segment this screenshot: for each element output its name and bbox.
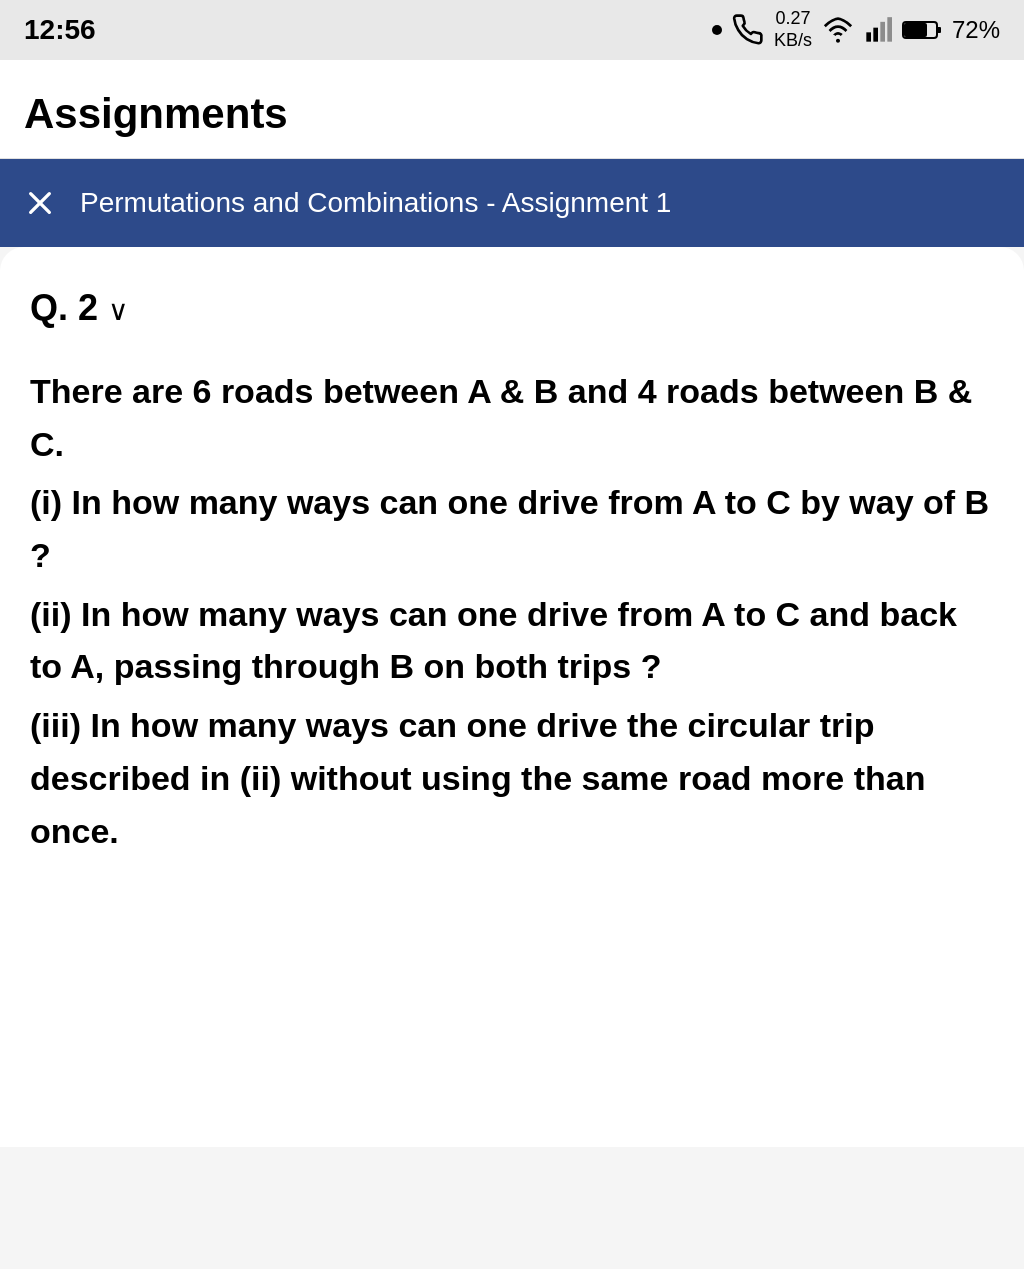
chevron-down-icon: ∨ <box>108 294 129 327</box>
question-card: Q. 2 ∨ There are 6 roads between A & B a… <box>0 247 1024 1147</box>
svg-rect-6 <box>904 23 927 37</box>
notification-dot <box>712 25 722 35</box>
speed-text: 0.27 KB/s <box>774 8 812 51</box>
assignment-title: Permutations and Combinations - Assignme… <box>80 187 1000 219</box>
question-part-i: (i) In how many ways can one drive from … <box>30 476 994 581</box>
svg-rect-5 <box>937 27 941 33</box>
call-icon <box>732 14 764 46</box>
question-body: There are 6 roads between A & B and 4 ro… <box>30 365 994 857</box>
page-header: Assignments <box>0 60 1024 159</box>
question-intro: There are 6 roads between A & B and 4 ro… <box>30 365 994 470</box>
question-number: Q. 2 <box>30 287 98 329</box>
svg-rect-2 <box>880 22 885 42</box>
question-number-row[interactable]: Q. 2 ∨ <box>30 287 994 329</box>
question-part-ii: (ii) In how many ways can one drive from… <box>30 588 994 693</box>
wifi-icon <box>822 14 854 46</box>
status-bar: 12:56 0.27 KB/s 72% <box>0 0 1024 60</box>
svg-rect-0 <box>866 32 871 41</box>
status-time: 12:56 <box>24 14 96 46</box>
assignment-banner: Permutations and Combinations - Assignme… <box>0 159 1024 247</box>
svg-rect-1 <box>873 28 878 42</box>
status-icons: 0.27 KB/s 72% <box>712 8 1000 51</box>
signal-icon <box>864 16 892 44</box>
close-button[interactable] <box>24 187 56 219</box>
question-part-iii: (iii) In how many ways can one drive the… <box>30 699 994 857</box>
close-icon <box>24 187 56 219</box>
page-title: Assignments <box>24 90 1000 138</box>
battery-percentage: 72% <box>952 16 1000 44</box>
battery-icon <box>902 16 942 44</box>
svg-rect-3 <box>887 17 892 41</box>
